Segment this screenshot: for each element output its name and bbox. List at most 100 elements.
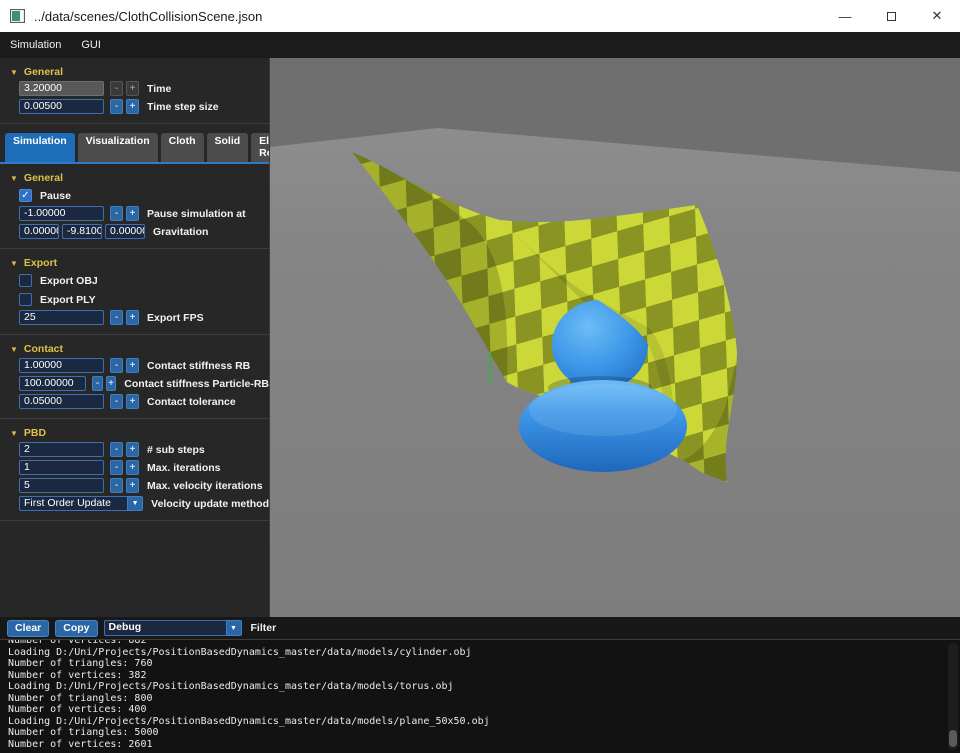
- section-title: General: [24, 66, 63, 78]
- section-title: Export: [24, 257, 57, 269]
- time-row: 3.20000 - + Time: [19, 81, 269, 96]
- log-line: Number of vertices: 2601: [8, 739, 960, 751]
- close-button[interactable]: ✕: [914, 0, 960, 32]
- time-step-field[interactable]: 0.00500: [19, 99, 104, 114]
- export-ply-label: Export PLY: [40, 294, 96, 306]
- gravitation-x-field[interactable]: 0.00000: [19, 224, 59, 239]
- log-line: Number of triangles: 800: [8, 693, 960, 705]
- tab-visualization[interactable]: Visualization: [78, 133, 158, 162]
- sub-steps-field[interactable]: 2: [19, 442, 104, 457]
- contact-stiffness-particle-label: Contact stiffness Particle-RB: [124, 378, 269, 390]
- viewport-3d[interactable]: [270, 58, 960, 617]
- contact-stiffness-particle-field[interactable]: 100.00000: [19, 376, 86, 391]
- chevron-down-icon: ▼: [226, 620, 242, 636]
- gravitation-label: Gravitation: [153, 226, 208, 238]
- contact-stiffness-particle-increment-button[interactable]: +: [106, 376, 117, 391]
- section-header-export[interactable]: ▼ Export: [10, 257, 269, 269]
- max-velocity-iterations-field[interactable]: 5: [19, 478, 104, 493]
- collapse-arrow-icon: ▼: [10, 68, 18, 77]
- export-obj-checkbox[interactable]: [19, 274, 32, 287]
- tab-cloth[interactable]: Cloth: [161, 133, 204, 162]
- pause-checkbox[interactable]: ✓: [19, 189, 32, 202]
- tab-underline: [0, 162, 269, 164]
- pause-at-field[interactable]: -1.00000: [19, 206, 104, 221]
- time-step-decrement-button[interactable]: -: [110, 99, 123, 114]
- contact-tolerance-increment-button[interactable]: +: [126, 394, 139, 409]
- time-field[interactable]: 3.20000: [19, 81, 104, 96]
- sub-steps-label: # sub steps: [147, 444, 205, 456]
- log-line: Number of vertices: 882: [8, 639, 960, 647]
- gravitation-y-field[interactable]: -9.81000: [62, 224, 102, 239]
- log-line: Number of triangles: 5000: [8, 727, 960, 739]
- gravitation-row: 0.00000 -9.81000 0.00000 Gravitation: [19, 224, 269, 239]
- tab-elastic-rod[interactable]: Elastic Rod: [251, 133, 270, 162]
- export-obj-label: Export OBJ: [40, 275, 98, 287]
- log-level-dropdown[interactable]: Debug ▼: [104, 620, 242, 636]
- export-fps-field[interactable]: 25: [19, 310, 104, 325]
- section-header-pbd[interactable]: ▼ PBD: [10, 427, 269, 439]
- export-fps-row: 25 - + Export FPS: [19, 310, 269, 325]
- max-iterations-field[interactable]: 1: [19, 460, 104, 475]
- time-increment-button[interactable]: +: [126, 81, 139, 96]
- log-line: Number of vertices: 382: [8, 670, 960, 682]
- log-line: Number of vertices: 400: [8, 704, 960, 716]
- export-ply-checkbox[interactable]: [19, 293, 32, 306]
- time-step-increment-button[interactable]: +: [126, 99, 139, 114]
- collapse-arrow-icon: ▼: [10, 345, 18, 354]
- section-header-general[interactable]: ▼ General: [10, 172, 269, 184]
- velocity-update-dropdown[interactable]: First Order Update ▼: [19, 496, 143, 511]
- chevron-down-icon: ▼: [127, 496, 143, 511]
- log-scrollbar[interactable]: [948, 643, 958, 750]
- clear-button[interactable]: Clear: [7, 620, 49, 637]
- contact-stiffness-rb-decrement-button[interactable]: -: [110, 358, 123, 373]
- collapse-arrow-icon: ▼: [10, 174, 18, 183]
- collapse-arrow-icon: ▼: [10, 259, 18, 268]
- menu-simulation[interactable]: Simulation: [0, 32, 71, 58]
- section-header-general-top[interactable]: ▼ General: [10, 66, 269, 78]
- contact-tolerance-field[interactable]: 0.05000: [19, 394, 104, 409]
- torus-highlight: [529, 384, 677, 436]
- minimize-button[interactable]: —: [822, 0, 868, 32]
- contact-stiffness-particle-row: 100.00000 - + Contact stiffness Particle…: [19, 376, 269, 391]
- sub-steps-decrement-button[interactable]: -: [110, 442, 123, 457]
- log-level-value: Debug: [104, 620, 226, 636]
- contact-stiffness-rb-increment-button[interactable]: +: [126, 358, 139, 373]
- max-iterations-decrement-button[interactable]: -: [110, 460, 123, 475]
- time-decrement-button[interactable]: -: [110, 81, 123, 96]
- app-icon: [10, 9, 25, 23]
- section-title: General: [24, 172, 63, 184]
- pause-at-decrement-button[interactable]: -: [110, 206, 123, 221]
- export-fps-increment-button[interactable]: +: [126, 310, 139, 325]
- log-output[interactable]: Number of vertices: 882 Loading D:/Uni/P…: [0, 639, 960, 753]
- max-velocity-iterations-increment-button[interactable]: +: [126, 478, 139, 493]
- log-scrollbar-thumb[interactable]: [949, 730, 957, 747]
- gravitation-z-field[interactable]: 0.00000: [105, 224, 145, 239]
- pause-at-increment-button[interactable]: +: [126, 206, 139, 221]
- pause-at-row: -1.00000 - + Pause simulation at: [19, 206, 269, 221]
- contact-tolerance-decrement-button[interactable]: -: [110, 394, 123, 409]
- scene-canvas: [270, 58, 960, 617]
- section-header-contact[interactable]: ▼ Contact: [10, 343, 269, 355]
- tab-simulation[interactable]: Simulation: [5, 133, 75, 162]
- separator: [0, 334, 269, 335]
- maximize-button[interactable]: [868, 0, 914, 32]
- max-iterations-increment-button[interactable]: +: [126, 460, 139, 475]
- copy-button[interactable]: Copy: [55, 620, 97, 637]
- velocity-update-label: Velocity update method: [151, 498, 269, 510]
- contact-stiffness-rb-label: Contact stiffness RB: [147, 360, 250, 372]
- time-label: Time: [147, 83, 171, 95]
- contact-stiffness-rb-field[interactable]: 1.00000: [19, 358, 104, 373]
- max-velocity-iterations-decrement-button[interactable]: -: [110, 478, 123, 493]
- tab-solid[interactable]: Solid: [207, 133, 249, 162]
- contact-tolerance-row: 0.05000 - + Contact tolerance: [19, 394, 269, 409]
- menu-gui[interactable]: GUI: [71, 32, 111, 58]
- velocity-update-value: First Order Update: [19, 496, 127, 511]
- pause-label: Pause: [40, 190, 71, 202]
- sub-steps-increment-button[interactable]: +: [126, 442, 139, 457]
- pause-at-label: Pause simulation at: [147, 208, 246, 220]
- section-title: Contact: [24, 343, 63, 355]
- contact-stiffness-particle-decrement-button[interactable]: -: [92, 376, 103, 391]
- filter-label: Filter: [251, 622, 277, 634]
- export-fps-decrement-button[interactable]: -: [110, 310, 123, 325]
- max-iterations-label: Max. iterations: [147, 462, 221, 474]
